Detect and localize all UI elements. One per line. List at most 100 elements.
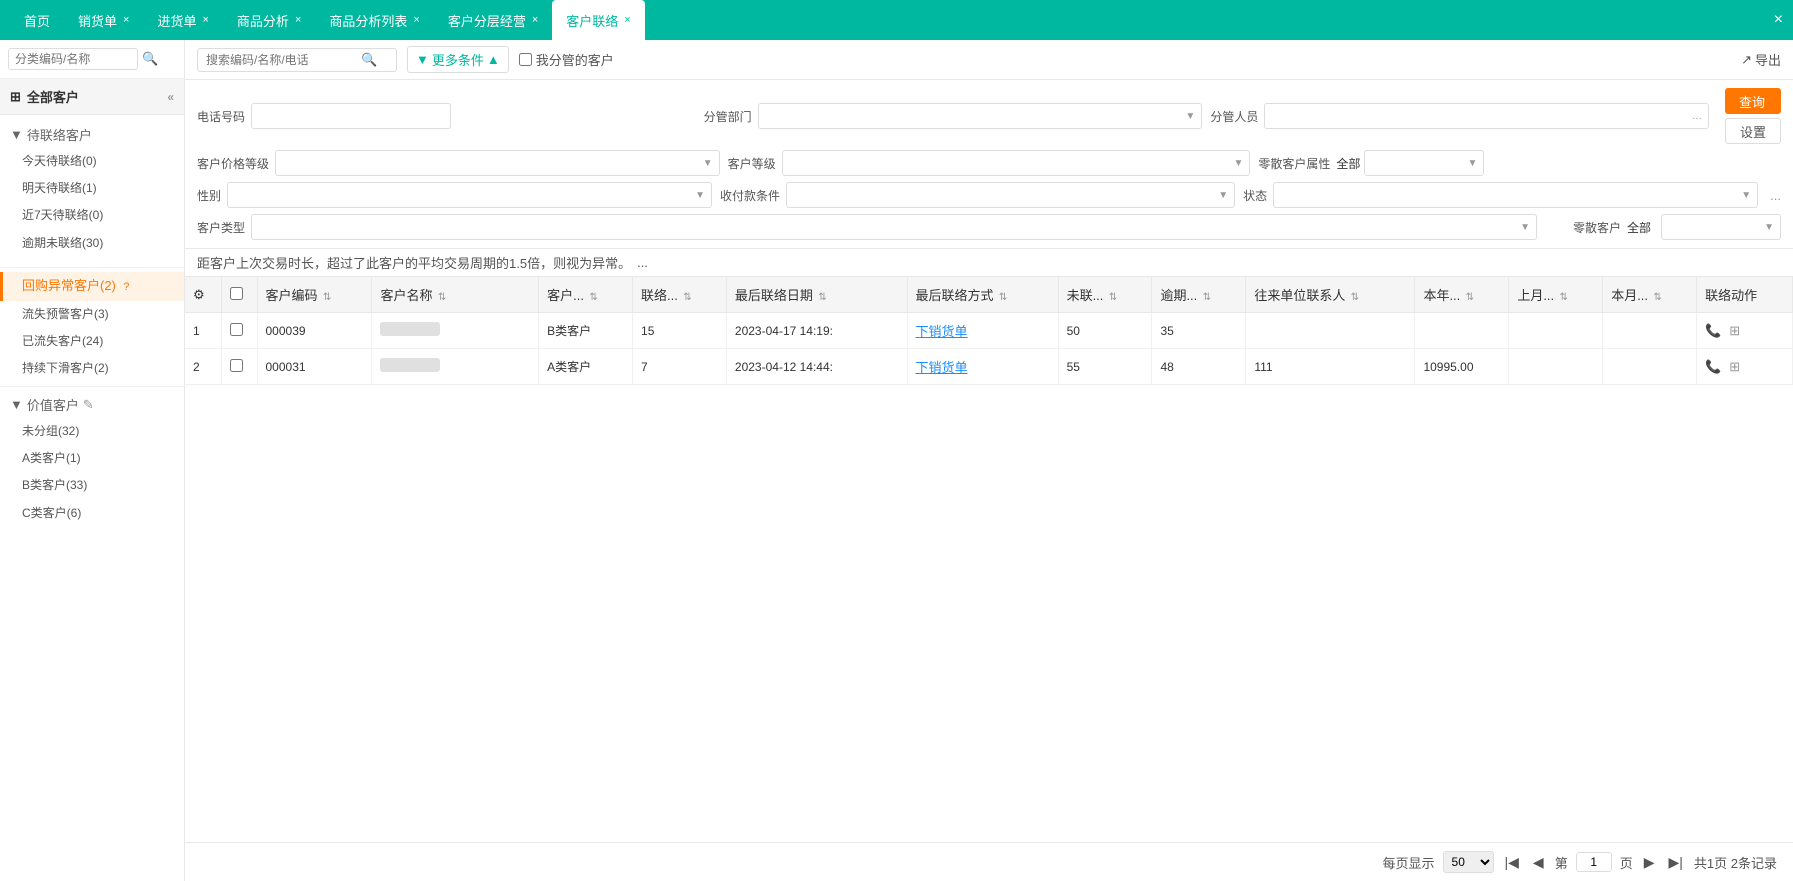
branch-person-label: 分管人员 (1210, 108, 1258, 125)
sidebar-item-ungroup[interactable]: 未分组(32) (0, 418, 184, 445)
row-checkbox-2[interactable] (230, 359, 243, 372)
search-icon[interactable]: 🔍 (361, 52, 377, 68)
price-level-select[interactable]: ▼ (275, 150, 720, 176)
collapse-sidebar-icon[interactable]: « (167, 90, 174, 104)
branch-person-select[interactable]: … (1264, 103, 1709, 129)
customer-level-select[interactable]: ▼ (782, 150, 1251, 176)
next-page-button[interactable]: ▶ (1641, 854, 1658, 871)
sort-icon-type[interactable]: ⇅ (589, 292, 597, 303)
sort-icon-lmonth[interactable]: ⇅ (1560, 292, 1568, 303)
nav-tab-sales[interactable]: 销货单 × (64, 0, 143, 40)
chevron-down-icon-9: ▼ (1520, 222, 1530, 233)
sidebar-all-customers[interactable]: ⊞ 全部客户 « (0, 79, 184, 115)
sidebar-search-input[interactable] (8, 48, 138, 70)
phone-input[interactable] (251, 103, 451, 129)
phone-action-icon-2[interactable]: 📞 (1705, 359, 1721, 375)
my-customers-checkbox-wrap[interactable]: 我分管的客户 (519, 50, 614, 69)
th-checkbox (221, 277, 257, 313)
gender-select[interactable]: ▼ (227, 182, 712, 208)
select-all-checkbox[interactable] (230, 287, 243, 300)
td-type-1: B类客户 (539, 313, 633, 349)
sidebar-item-repurchase-abnormal[interactable]: 回购异常客户(2) ? (0, 272, 184, 301)
nav-tab-home[interactable]: 首页 (10, 0, 64, 40)
more-action-icon-1[interactable]: ⊞ (1729, 323, 1740, 339)
close-tab-product-analysis[interactable]: × (295, 14, 301, 26)
sort-icon-contact[interactable]: ⇅ (683, 292, 691, 303)
sidebar-item-b-class[interactable]: B类客户(33) (0, 472, 184, 499)
payment-select[interactable]: ▼ (786, 182, 1235, 208)
sidebar: 🔍 ⊞ 全部客户 « ▼ 待联络客户 今天待联络(0) 明天待联络(1) 近7天… (0, 40, 185, 881)
retail-customer-select[interactable]: ▼ (1661, 214, 1781, 240)
sort-icon-date[interactable]: ⇅ (818, 292, 826, 303)
sort-icon-year[interactable]: ⇅ (1466, 292, 1474, 303)
nav-tab-product-analysis[interactable]: 商品分析 × (223, 0, 315, 40)
sort-icon-cmonth[interactable]: ⇅ (1653, 292, 1661, 303)
nav-tab-customer-ops[interactable]: 客户分层经营 × (434, 0, 552, 40)
close-tab-purchase[interactable]: × (202, 14, 208, 26)
contact-method-link-2[interactable]: 下销货单 (916, 360, 968, 375)
close-tab-sales[interactable]: × (123, 14, 129, 26)
row-checkbox-1[interactable] (230, 323, 243, 336)
nav-tab-customer-contact[interactable]: 客户联络 × (552, 0, 644, 40)
sidebar-item-declining[interactable]: 持续下滑客户(2) (0, 355, 184, 382)
close-tab-product-list[interactable]: × (413, 14, 419, 26)
sidebar-item-loss-warning[interactable]: 流失预警客户(3) (0, 301, 184, 328)
search-input[interactable] (206, 53, 361, 67)
branch-dept-select[interactable]: ▼ (758, 103, 1203, 129)
sidebar-item-overdue[interactable]: 逾期未联络(30) (0, 230, 184, 257)
td-person-2: 111 (1246, 349, 1415, 385)
filter-dots[interactable]: ... (1770, 188, 1781, 203)
phone-action-icon-1[interactable]: 📞 (1705, 323, 1721, 339)
table-row: 2 000031 A类客户 7 2023-04-12 14:44: 下销货单 5… (185, 349, 1793, 385)
status-select[interactable]: ▼ (1273, 182, 1758, 208)
sidebar-item-lost[interactable]: 已流失客户(24) (0, 328, 184, 355)
sort-icon-method[interactable]: ⇅ (999, 292, 1007, 303)
settings-button[interactable]: 设置 (1725, 118, 1781, 144)
td-overdue-2: 48 (1152, 349, 1246, 385)
edit-icon[interactable]: ✎ (83, 397, 94, 413)
close-all-tabs[interactable]: × (1774, 11, 1783, 29)
contact-method-link-1[interactable]: 下销货单 (916, 324, 968, 339)
sidebar-item-7days[interactable]: 近7天待联络(0) (0, 202, 184, 229)
blurred-name-1 (380, 322, 440, 336)
sort-icon-overdue[interactable]: ⇅ (1203, 292, 1211, 303)
per-page-select[interactable]: 20 50 100 200 (1443, 851, 1494, 873)
sort-icon-unlink[interactable]: ⇅ (1109, 292, 1117, 303)
td-year-2: 10995.00 (1415, 349, 1509, 385)
th-unlinkable: 未联... ⇅ (1058, 277, 1152, 313)
sidebar-item-c-class[interactable]: C类客户(6) (0, 500, 184, 527)
sidebar-item-a-class[interactable]: A类客户(1) (0, 445, 184, 472)
sidebar-item-today[interactable]: 今天待联络(0) (0, 148, 184, 175)
close-tab-customer-contact[interactable]: × (624, 14, 630, 26)
prev-page-button[interactable]: ◀ (1530, 854, 1547, 871)
query-button[interactable]: 查询 (1725, 88, 1781, 114)
td-date-1: 2023-04-17 14:19: (726, 313, 907, 349)
sidebar-item-tomorrow[interactable]: 明天待联络(1) (0, 175, 184, 202)
nav-tab-purchase[interactable]: 进货单 × (143, 0, 222, 40)
more-action-icon-2[interactable]: ⊞ (1729, 359, 1740, 375)
sort-icon-name[interactable]: ⇅ (438, 292, 446, 303)
first-page-button[interactable]: |◀ (1502, 854, 1522, 871)
nav-tab-product-list[interactable]: 商品分析列表 × (315, 0, 433, 40)
sidebar-search-icon[interactable]: 🔍 (142, 51, 158, 67)
td-contact-1: 15 (633, 313, 727, 349)
content-area: 🔍 ▼ 更多条件 ▲ 我分管的客户 ↗ 导出 电话号码 (185, 40, 1793, 881)
td-lmonth-1 (1509, 313, 1603, 349)
sidebar-group-pending-title[interactable]: ▼ 待联络客户 (0, 121, 184, 148)
chevron-down-icon-3: ▼ (703, 158, 713, 169)
sort-icon-person[interactable]: ⇅ (1351, 292, 1359, 303)
last-page-button[interactable]: ▶| (1666, 854, 1686, 871)
page-input[interactable] (1576, 852, 1612, 872)
td-action-1: 📞 ⊞ (1697, 313, 1793, 349)
chevron-down-icon-8: ▼ (1741, 190, 1751, 201)
sort-icon-code[interactable]: ⇅ (323, 292, 331, 303)
close-tab-customer-ops[interactable]: × (532, 14, 538, 26)
customer-type-select[interactable]: ▼ (251, 214, 1537, 240)
sidebar-value-customers-title[interactable]: ▼ 价值客户 ✎ (0, 391, 184, 418)
gear-icon[interactable]: ⚙ (193, 287, 205, 302)
filter-field-customer-level: 客户等级 ▼ (728, 150, 1251, 176)
retail-attr-select[interactable]: ▼ (1364, 150, 1484, 176)
my-customers-checkbox[interactable] (519, 53, 532, 66)
more-conditions-button[interactable]: ▼ 更多条件 ▲ (407, 46, 509, 73)
export-button[interactable]: ↗ 导出 (1741, 50, 1781, 69)
